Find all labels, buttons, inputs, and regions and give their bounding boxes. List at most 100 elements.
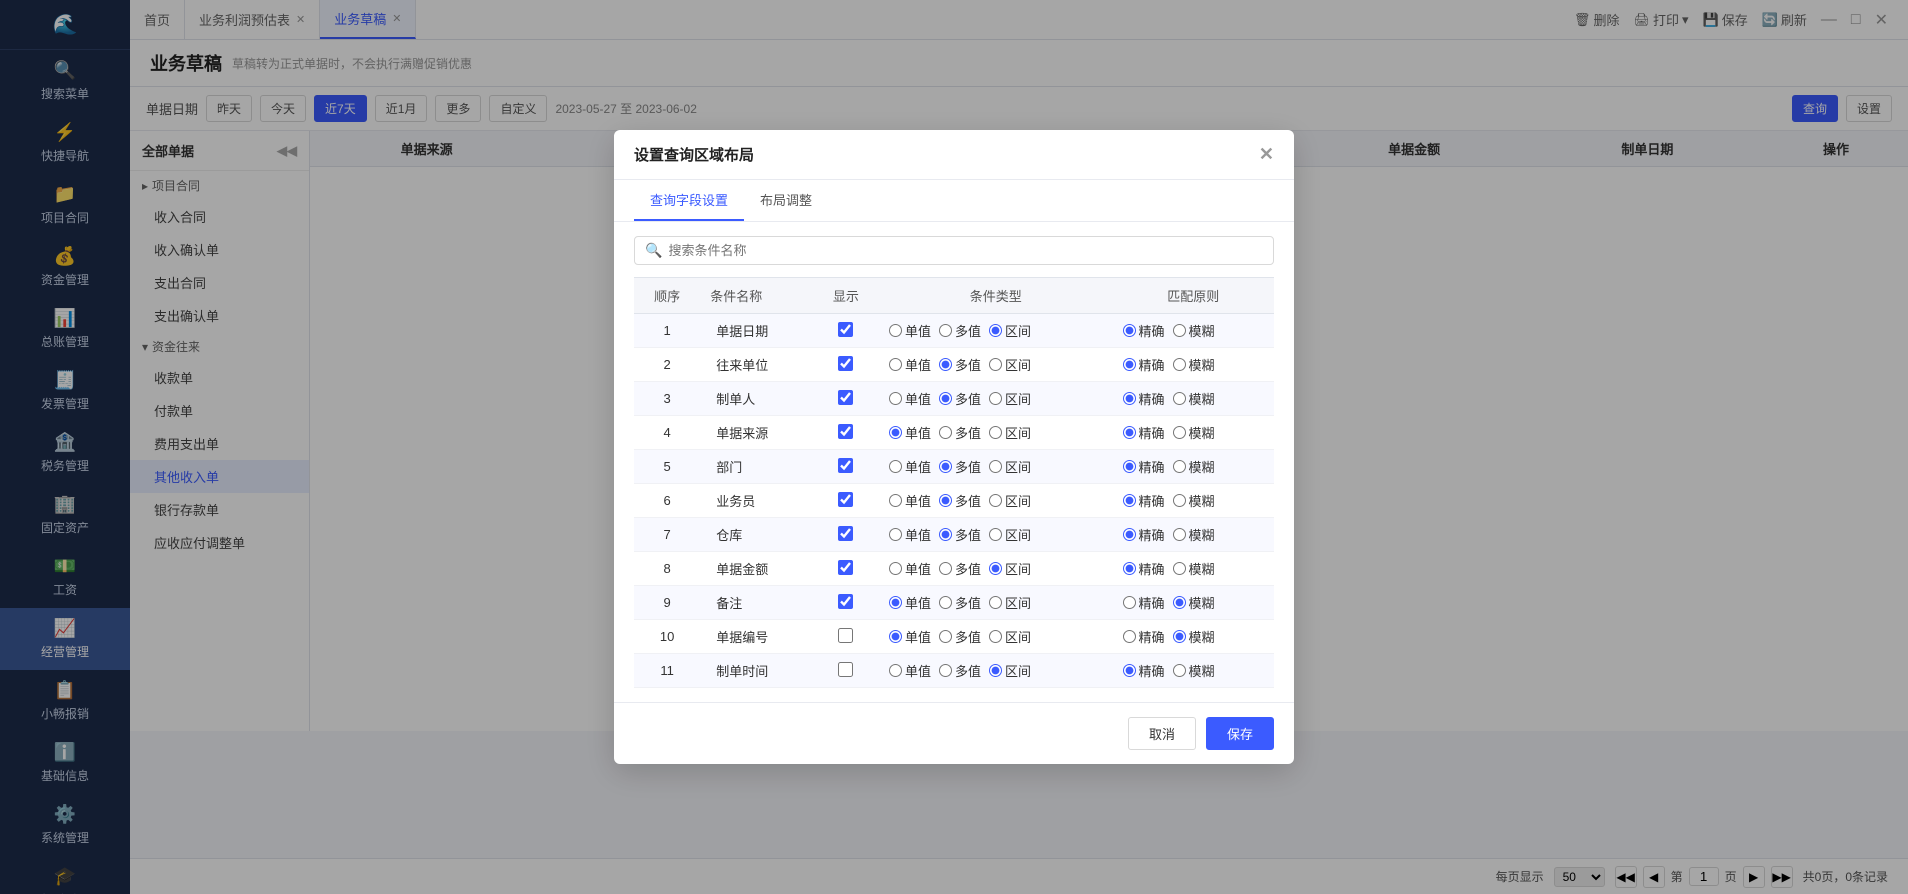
cond-multi[interactable]: 多值 [939,593,981,612]
display-checkbox[interactable] [838,628,853,643]
row-display[interactable] [813,314,879,348]
cond-multi[interactable]: 多值 [939,627,981,646]
match-fuzzy[interactable]: 模糊 [1173,559,1215,578]
cond-multi[interactable]: 多值 [939,389,981,408]
save-button[interactable]: 保存 [1206,717,1274,750]
cond-single[interactable]: 单值 [889,525,931,544]
tab-layout[interactable]: 布局调整 [744,180,828,221]
row-order: 1 [634,314,700,348]
row-cond-type: 单值多值区间 [879,450,1113,484]
cond-range[interactable]: 区间 [989,457,1031,476]
cond-multi[interactable]: 多值 [939,559,981,578]
row-display[interactable] [813,450,879,484]
match-exact[interactable]: 精确 [1123,321,1165,340]
cond-single[interactable]: 单值 [889,457,931,476]
match-fuzzy[interactable]: 模糊 [1173,525,1215,544]
display-checkbox[interactable] [838,458,853,473]
cond-range[interactable]: 区间 [989,355,1031,374]
cond-range[interactable]: 区间 [989,321,1031,340]
cond-range[interactable]: 区间 [989,593,1031,612]
row-match: 精确模糊 [1113,620,1274,654]
cond-single[interactable]: 单值 [889,423,931,442]
match-fuzzy[interactable]: 模糊 [1173,321,1215,340]
cond-multi[interactable]: 多值 [939,491,981,510]
match-fuzzy[interactable]: 模糊 [1173,355,1215,374]
display-checkbox[interactable] [838,526,853,541]
match-fuzzy[interactable]: 模糊 [1173,491,1215,510]
cond-single[interactable]: 单值 [889,559,931,578]
cond-multi[interactable]: 多值 [939,525,981,544]
row-cond-type: 单值多值区间 [879,484,1113,518]
row-display[interactable] [813,518,879,552]
row-name: 单据金额 [700,552,812,586]
row-display[interactable] [813,416,879,450]
row-order: 9 [634,586,700,620]
match-fuzzy[interactable]: 模糊 [1173,423,1215,442]
cond-multi[interactable]: 多值 [939,355,981,374]
match-exact[interactable]: 精确 [1123,457,1165,476]
display-checkbox[interactable] [838,356,853,371]
col-display: 显示 [813,278,879,314]
cond-single[interactable]: 单值 [889,593,931,612]
cond-multi[interactable]: 多值 [939,423,981,442]
match-exact[interactable]: 精确 [1123,661,1165,680]
display-checkbox[interactable] [838,322,853,337]
cond-single[interactable]: 单值 [889,389,931,408]
row-display[interactable] [813,484,879,518]
tab-query-fields[interactable]: 查询字段设置 [634,180,744,221]
cond-single[interactable]: 单值 [889,491,931,510]
match-fuzzy[interactable]: 模糊 [1173,457,1215,476]
row-display[interactable] [813,654,879,688]
match-exact[interactable]: 精确 [1123,559,1165,578]
col-cond-name: 条件名称 [700,278,812,314]
match-exact[interactable]: 精确 [1123,423,1165,442]
cond-single[interactable]: 单值 [889,627,931,646]
cond-multi[interactable]: 多值 [939,661,981,680]
dialog-header: 设置查询区域布局 ✕ [614,130,1294,180]
match-exact[interactable]: 精确 [1123,355,1165,374]
row-display[interactable] [813,382,879,416]
match-exact[interactable]: 精确 [1123,627,1165,646]
search-input[interactable] [668,243,888,258]
row-name: 单据日期 [700,314,812,348]
row-order: 7 [634,518,700,552]
row-name: 部门 [700,450,812,484]
row-match: 精确模糊 [1113,450,1274,484]
row-match: 精确模糊 [1113,348,1274,382]
row-display[interactable] [813,552,879,586]
display-checkbox[interactable] [838,662,853,677]
cond-range[interactable]: 区间 [989,389,1031,408]
display-checkbox[interactable] [838,390,853,405]
col-cond-type: 条件类型 [879,278,1113,314]
row-display[interactable] [813,348,879,382]
row-display[interactable] [813,586,879,620]
match-fuzzy[interactable]: 模糊 [1173,593,1215,612]
dialog-close-button[interactable]: ✕ [1259,144,1274,165]
match-fuzzy[interactable]: 模糊 [1173,627,1215,646]
row-display[interactable] [813,620,879,654]
cond-single[interactable]: 单值 [889,321,931,340]
cond-range[interactable]: 区间 [989,423,1031,442]
match-exact[interactable]: 精确 [1123,593,1165,612]
match-exact[interactable]: 精确 [1123,389,1165,408]
display-checkbox[interactable] [838,594,853,609]
cond-range[interactable]: 区间 [989,525,1031,544]
cancel-button[interactable]: 取消 [1128,717,1196,750]
match-exact[interactable]: 精确 [1123,491,1165,510]
cond-multi[interactable]: 多值 [939,321,981,340]
cond-range[interactable]: 区间 [989,661,1031,680]
cond-single[interactable]: 单值 [889,661,931,680]
display-checkbox[interactable] [838,492,853,507]
cond-range[interactable]: 区间 [989,559,1031,578]
display-checkbox[interactable] [838,560,853,575]
row-match: 精确模糊 [1113,484,1274,518]
match-exact[interactable]: 精确 [1123,525,1165,544]
match-fuzzy[interactable]: 模糊 [1173,389,1215,408]
cond-multi[interactable]: 多值 [939,457,981,476]
match-fuzzy[interactable]: 模糊 [1173,661,1215,680]
cond-range[interactable]: 区间 [989,491,1031,510]
cond-range[interactable]: 区间 [989,627,1031,646]
display-checkbox[interactable] [838,424,853,439]
cond-single[interactable]: 单值 [889,355,931,374]
row-name: 往来单位 [700,348,812,382]
